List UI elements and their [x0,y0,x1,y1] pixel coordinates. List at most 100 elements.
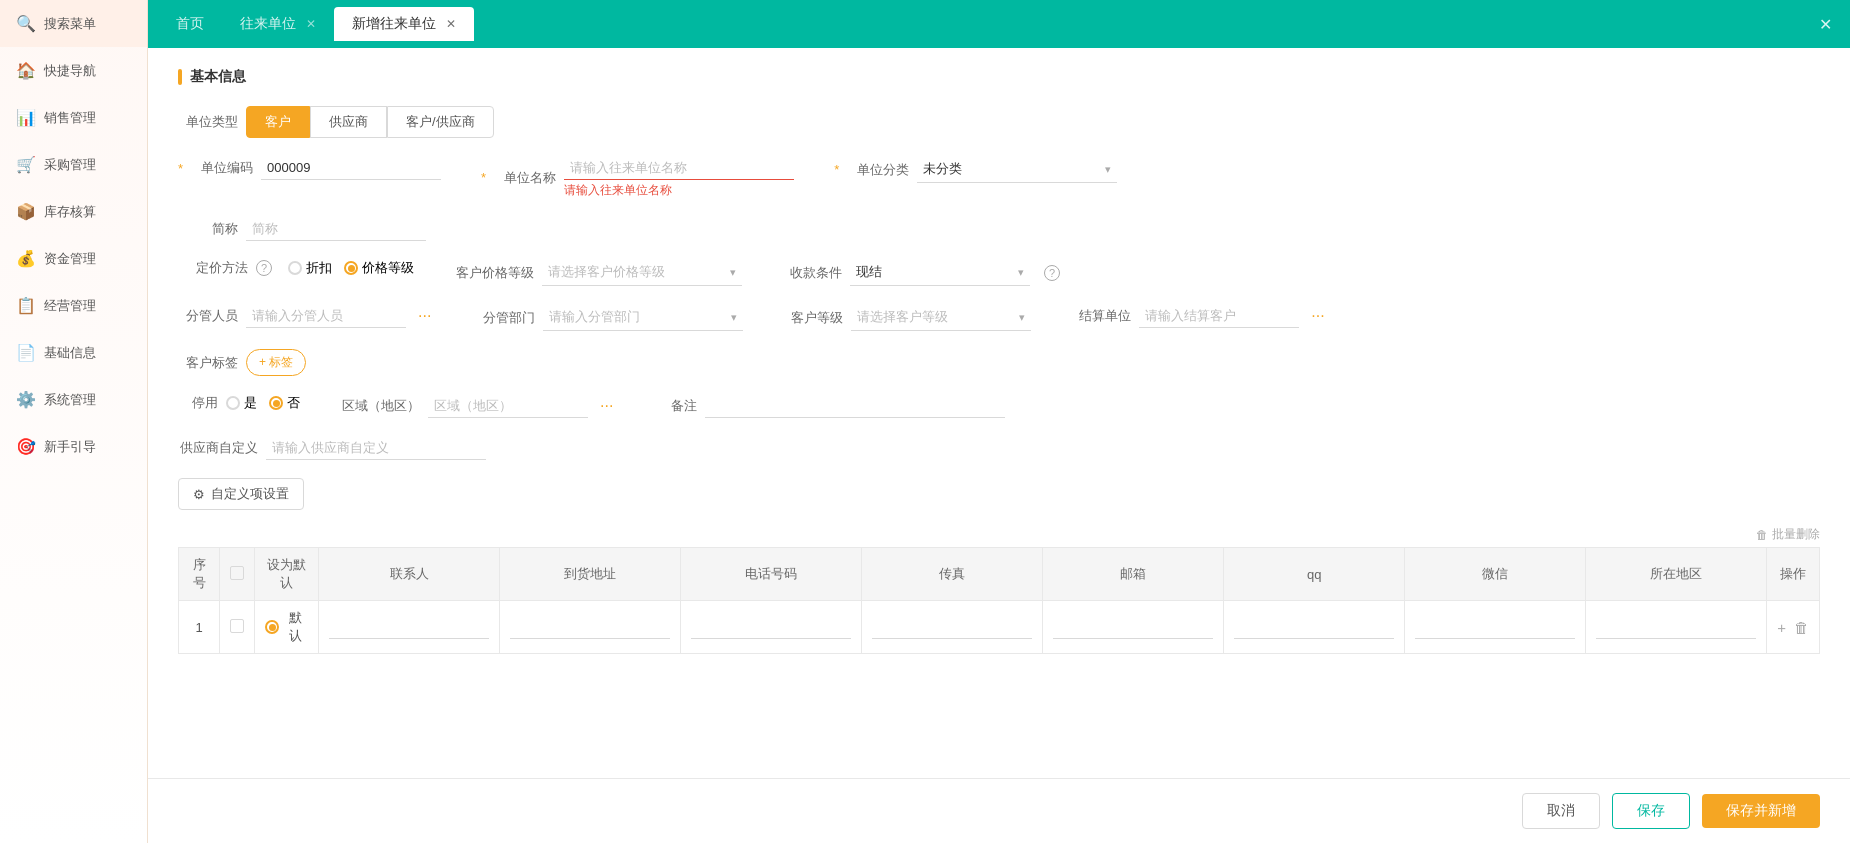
cell-email [1043,601,1224,654]
radio-price-level[interactable]: 价格等级 [344,259,414,277]
unit-name-input[interactable] [564,156,794,180]
department-select[interactable]: 请输入分管部门 ▾ [543,304,743,331]
region-group: 区域（地区） ··· [340,394,617,418]
contact-input[interactable] [329,615,489,639]
radio-discount[interactable]: 折扣 [288,259,332,277]
tab-new-partner-close[interactable]: ✕ [446,17,456,31]
cell-phone [681,601,862,654]
unit-code-input[interactable] [261,156,441,180]
address-input[interactable] [510,615,670,639]
sidebar-item-search[interactable]: 🔍 搜索菜单 [0,0,147,47]
supplier-custom-input[interactable] [266,436,486,460]
contact-table-section: 🗑 批量删除 序号 设为默认 联系人 到货地址 电话号码 传真 邮箱 qq [178,526,1820,654]
sidebar-item-operations[interactable]: 📋 经营管理 [0,282,147,329]
wechat-input[interactable] [1415,615,1575,639]
short-name-input[interactable] [246,217,426,241]
customer-price-level-select[interactable]: 请选择客户价格等级 ▾ [542,259,742,286]
disabled-label: 停用 [178,394,218,412]
phone-input[interactable] [691,615,851,639]
settlement-unit-input[interactable] [1139,304,1299,328]
region-input[interactable] [428,394,588,418]
add-row-btn[interactable]: + [1777,619,1786,636]
col-phone: 电话号码 [681,548,862,601]
supplier-custom-group: 供应商自定义 [178,436,486,460]
sidebar-item-purchase[interactable]: 🛒 采购管理 [0,141,147,188]
cell-seq: 1 [179,601,220,654]
unit-name-group: * 单位名称 请输入往来单位名称 [481,156,794,199]
section-icon [178,69,182,85]
unit-type-customer-btn[interactable]: 客户 [246,106,310,138]
payment-terms-help-icon[interactable]: ? [1044,265,1060,281]
payment-terms-select[interactable]: 现结 ▾ [850,259,1030,286]
table-row: 1 默认 [179,601,1820,654]
sidebar-item-sales[interactable]: 📊 销售管理 [0,94,147,141]
radio-no-circle [269,396,283,410]
unit-category-group: * 单位分类 未分类 ▾ [834,156,1117,183]
col-default: 设为默认 [255,548,319,601]
customer-price-level-chevron: ▾ [730,266,736,279]
tab-partner-close[interactable]: ✕ [306,17,316,31]
customer-level-chevron: ▾ [1019,311,1025,324]
department-label: 分管部门 [475,309,535,327]
row-checkbox[interactable] [230,619,244,633]
contact-table: 序号 设为默认 联系人 到货地址 电话号码 传真 邮箱 qq 微信 所在地区 操… [178,547,1820,654]
tab-partner[interactable]: 往来单位 ✕ [222,7,334,41]
sidebar-item-finance[interactable]: 💰 资金管理 [0,235,147,282]
radio-disabled-no[interactable]: 否 [269,394,300,412]
main-area: 首页 往来单位 ✕ 新增往来单位 ✕ ✕ 基本信息 单位类型 客户 供应商 客户… [148,0,1850,843]
region-table-input[interactable] [1596,615,1756,639]
section-title: 基本信息 [190,68,246,86]
sidebar-item-inventory[interactable]: 📦 库存核算 [0,188,147,235]
manager-input[interactable] [246,304,406,328]
unit-type-both-btn[interactable]: 客户/供应商 [387,106,494,138]
customer-level-select[interactable]: 请选择客户等级 ▾ [851,304,1031,331]
col-checkbox [220,548,255,601]
disabled-group: 停用 是 否 [178,394,300,412]
sidebar-item-quick-nav[interactable]: 🏠 快捷导航 [0,47,147,94]
settlement-more-btn[interactable]: ··· [1307,307,1328,325]
cell-default: 默认 [255,601,319,654]
qq-input[interactable] [1234,615,1394,639]
delete-icon: 🗑 [1756,528,1768,542]
sidebar-item-system[interactable]: ⚙️ 系统管理 [0,376,147,423]
custom-settings-btn[interactable]: ⚙ 自定义项设置 [178,478,304,510]
sidebar-item-guide[interactable]: 🎯 新手引导 [0,423,147,470]
save-and-new-button[interactable]: 保存并新增 [1702,794,1820,828]
close-all-tabs[interactable]: ✕ [1811,11,1840,38]
delete-row-btn[interactable]: 🗑 [1794,619,1809,636]
batch-delete-btn[interactable]: 🗑 批量删除 [1756,526,1820,543]
email-input[interactable] [1053,615,1213,639]
cancel-button[interactable]: 取消 [1522,793,1600,829]
region-label: 区域（地区） [340,397,420,415]
unit-category-value: 未分类 [923,160,1099,178]
manager-more-btn[interactable]: ··· [414,307,435,325]
home-icon: 🏠 [16,61,36,80]
section-header: 基本信息 [178,68,1820,86]
disabled-radio-group: 是 否 [226,394,300,412]
short-name-group: 简称 [178,217,426,241]
remarks-input[interactable] [705,394,1005,418]
tab-new-partner[interactable]: 新增往来单位 ✕ [334,7,474,41]
add-tag-btn[interactable]: + 标签 [246,349,306,376]
radio-discount-circle [288,261,302,275]
fax-input[interactable] [872,615,1032,639]
radio-disabled-yes[interactable]: 是 [226,394,257,412]
default-radio-circle [265,620,279,634]
radio-yes-circle [226,396,240,410]
col-email: 邮箱 [1043,548,1224,601]
payment-terms-group: 收款条件 现结 ▾ ? [782,259,1060,286]
tags-group: 客户标签 + 标签 [178,349,306,376]
tab-home[interactable]: 首页 [158,7,222,41]
sidebar-item-basic-info[interactable]: 📄 基础信息 [0,329,147,376]
pricing-help-icon[interactable]: ? [256,260,272,276]
cell-contact [319,601,500,654]
gear-icon: ⚙ [193,487,205,502]
region-more-btn[interactable]: ··· [596,397,617,415]
unit-type-supplier-btn[interactable]: 供应商 [310,106,387,138]
sales-icon: 📊 [16,108,36,127]
cell-qq [1224,601,1405,654]
save-button[interactable]: 保存 [1612,793,1690,829]
unit-category-select[interactable]: 未分类 ▾ [917,156,1117,183]
footer-bar: 取消 保存 保存并新增 [148,778,1850,843]
department-chevron: ▾ [731,311,737,324]
